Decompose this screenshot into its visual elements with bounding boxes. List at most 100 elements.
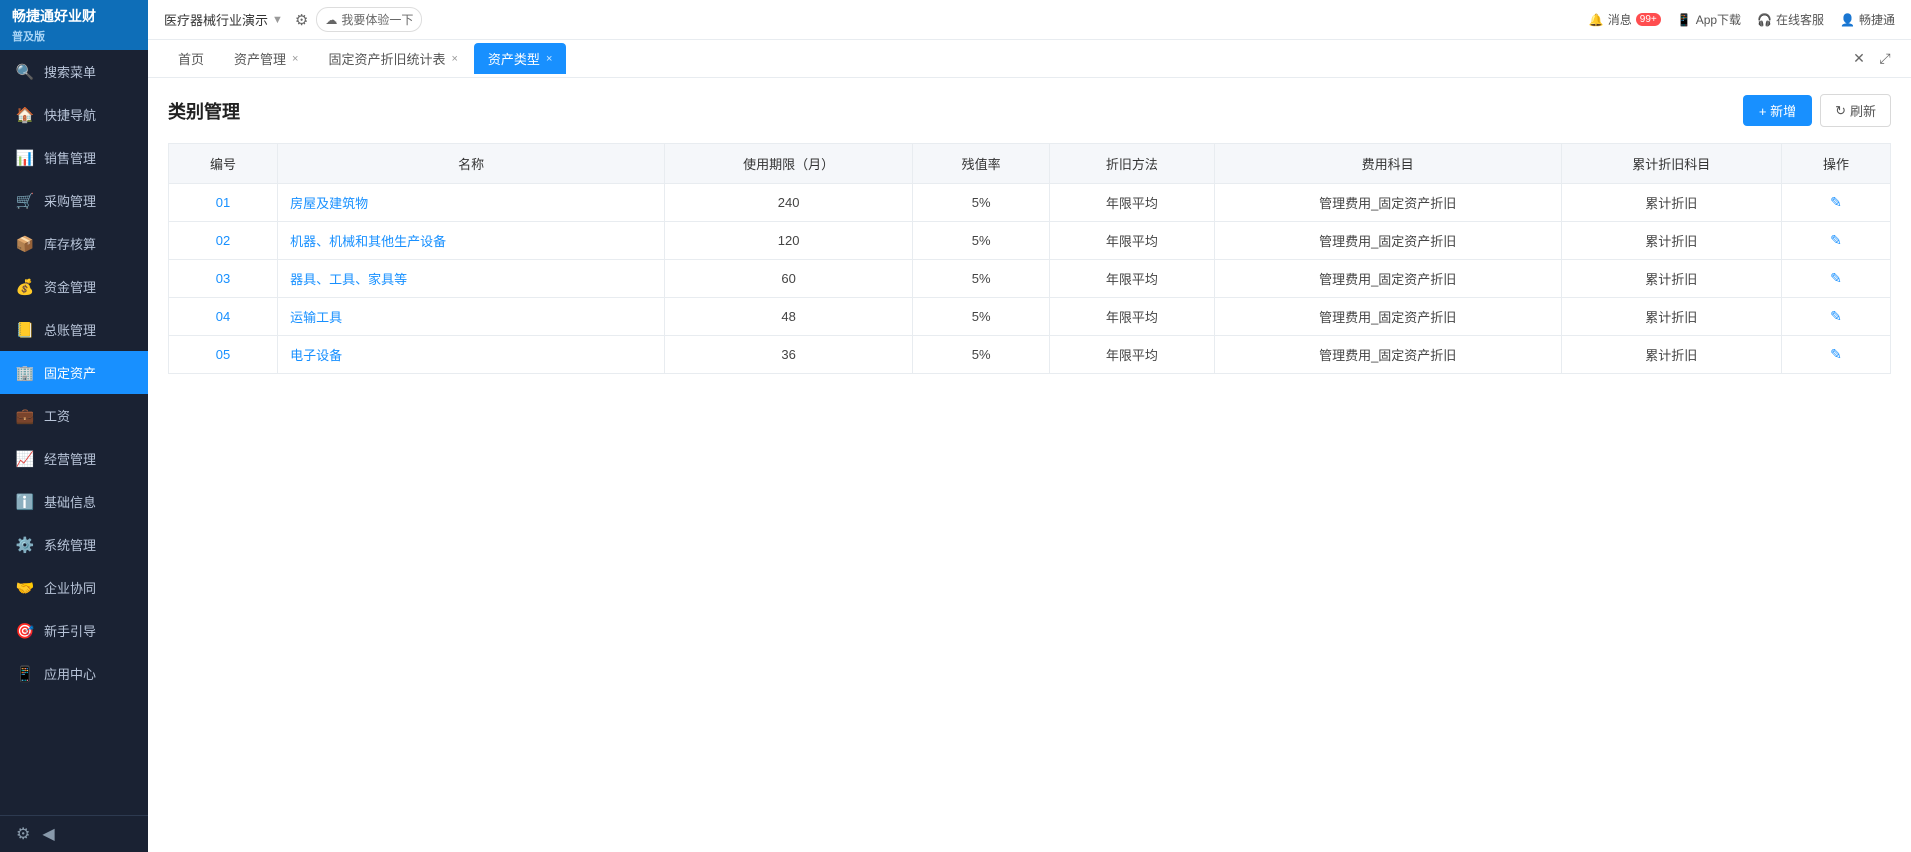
app-name: 畅捷通好业财 [12, 6, 96, 26]
sidebar-icon-finance: 💰 [16, 278, 34, 296]
edit-button[interactable]: ✎ [1830, 270, 1842, 286]
sidebar-item-fixed-assets[interactable]: 🏢 固定资产 [0, 351, 148, 394]
sidebar-item-enterprise-collab[interactable]: 🤝 企业协同 [0, 566, 148, 609]
page-header: 类别管理 + 新增 ↻ 刷新 [168, 94, 1891, 127]
sidebar-icon-app-center: 📱 [16, 665, 34, 683]
sidebar-item-app-center[interactable]: 📱 应用中心 [0, 652, 148, 695]
tab-asset-management-close[interactable]: × [292, 53, 298, 65]
bell-icon: 🔔 [1589, 13, 1604, 27]
user-item[interactable]: 👤 畅捷通 [1840, 11, 1895, 28]
sidebar-icon-operations: 📈 [16, 450, 34, 468]
new-button[interactable]: + 新增 [1743, 95, 1812, 126]
sidebar-item-sales[interactable]: 📊 销售管理 [0, 136, 148, 179]
col-header-months: 使用期限（月） [665, 144, 913, 184]
cell-action: ✎ [1781, 222, 1890, 260]
headset-icon: 🎧 [1757, 13, 1772, 27]
cell-residual: 5% [913, 260, 1050, 298]
sidebar-label-enterprise-collab: 企业协同 [44, 578, 96, 597]
sidebar-icon-search: 🔍 [16, 63, 34, 81]
cell-name: 电子设备 [278, 336, 665, 374]
expand-window-button[interactable]: ⤢ [1875, 49, 1895, 69]
main-area: 医疗器械行业演示 ▼ ⚙ ☁ 我要体验一下 🔔 消息 99+ 📱 App下载 🎧… [148, 0, 1911, 852]
try-button[interactable]: ☁ 我要体验一下 [316, 7, 422, 32]
sidebar-item-operations[interactable]: 📈 经营管理 [0, 437, 148, 480]
refresh-button[interactable]: ↻ 刷新 [1820, 94, 1891, 127]
sidebar-item-inventory[interactable]: 📦 库存核算 [0, 222, 148, 265]
col-header-id: 编号 [169, 144, 278, 184]
online-service-item[interactable]: 🎧 在线客服 [1757, 11, 1824, 28]
close-window-button[interactable]: ✕ [1849, 49, 1869, 69]
col-header-action: 操作 [1781, 144, 1890, 184]
col-header-name: 名称 [278, 144, 665, 184]
tab-home[interactable]: 首页 [164, 43, 218, 74]
tab-bar: 首页 资产管理 × 固定资产折旧统计表 × 资产类型 × ✕ ⤢ [148, 40, 1911, 78]
sidebar-item-ledger[interactable]: 📒 总账管理 [0, 308, 148, 351]
cell-fee: 管理费用_固定资产折旧 [1214, 222, 1561, 260]
edit-button[interactable]: ✎ [1830, 232, 1842, 248]
cell-action: ✎ [1781, 336, 1890, 374]
cell-id: 04 [169, 298, 278, 336]
tab-asset-type[interactable]: 资产类型 × [474, 43, 566, 74]
edit-button[interactable]: ✎ [1830, 346, 1842, 362]
sidebar-label-base-info: 基础信息 [44, 492, 96, 511]
sidebar-footer: ⚙ ◀ [0, 815, 148, 852]
cell-method: 年限平均 [1050, 184, 1215, 222]
sidebar-label-operations: 经营管理 [44, 449, 96, 468]
company-selector[interactable]: 医疗器械行业演示 ▼ [164, 10, 283, 29]
cell-months: 120 [665, 222, 913, 260]
header-settings-icon[interactable]: ⚙ [295, 11, 308, 29]
sidebar-icon-system: ⚙️ [16, 536, 34, 554]
table-row: 02 机器、机械和其他生产设备 120 5% 年限平均 管理费用_固定资产折旧 … [169, 222, 1891, 260]
sidebar-item-quick-nav[interactable]: 🏠 快捷导航 [0, 93, 148, 136]
sidebar-label-sales: 销售管理 [44, 148, 96, 167]
cell-name: 器具、工具、家具等 [278, 260, 665, 298]
sidebar-label-app-center: 应用中心 [44, 664, 96, 683]
sidebar-item-beginner-guide[interactable]: 🎯 新手引导 [0, 609, 148, 652]
sidebar-label-finance: 资金管理 [44, 277, 96, 296]
notifications-item[interactable]: 🔔 消息 99+ [1589, 11, 1661, 28]
app-download-item[interactable]: 📱 App下载 [1677, 11, 1741, 28]
sidebar-item-base-info[interactable]: ℹ️ 基础信息 [0, 480, 148, 523]
sidebar-icon-beginner-guide: 🎯 [16, 622, 34, 640]
edit-button[interactable]: ✎ [1830, 194, 1842, 210]
sidebar-item-payroll[interactable]: 💼 工资 [0, 394, 148, 437]
sidebar-item-finance[interactable]: 💰 资金管理 [0, 265, 148, 308]
sidebar-icon-sales: 📊 [16, 149, 34, 167]
cell-fee: 管理费用_固定资产折旧 [1214, 336, 1561, 374]
cell-method: 年限平均 [1050, 222, 1215, 260]
col-header-fee: 费用科目 [1214, 144, 1561, 184]
page-title: 类别管理 [168, 98, 240, 124]
notification-badge: 99+ [1636, 13, 1661, 26]
sidebar-item-search[interactable]: 🔍 搜索菜单 [0, 50, 148, 93]
sidebar-icon-fixed-assets: 🏢 [16, 364, 34, 382]
tab-asset-management-label: 资产管理 [234, 49, 286, 68]
sidebar-item-system[interactable]: ⚙️ 系统管理 [0, 523, 148, 566]
cell-id: 05 [169, 336, 278, 374]
cell-id: 03 [169, 260, 278, 298]
table-row: 03 器具、工具、家具等 60 5% 年限平均 管理费用_固定资产折旧 累计折旧… [169, 260, 1891, 298]
sidebar-item-purchase[interactable]: 🛒 采购管理 [0, 179, 148, 222]
cell-months: 36 [665, 336, 913, 374]
app-edition: 普及版 [12, 28, 96, 44]
sidebar-label-inventory: 库存核算 [44, 234, 96, 253]
cell-residual: 5% [913, 222, 1050, 260]
tab-asset-management[interactable]: 资产管理 × [220, 43, 312, 74]
cell-id: 02 [169, 222, 278, 260]
cell-name: 房屋及建筑物 [278, 184, 665, 222]
tab-depreciation-label: 固定资产折旧统计表 [328, 49, 445, 68]
sidebar-label-fixed-assets: 固定资产 [44, 363, 96, 382]
tab-asset-type-close[interactable]: × [546, 53, 552, 65]
sidebar-icon-ledger: 📒 [16, 321, 34, 339]
edit-button[interactable]: ✎ [1830, 308, 1842, 324]
cell-residual: 5% [913, 184, 1050, 222]
page-content: 类别管理 + 新增 ↻ 刷新 编号 名称 使用期限（月） 残值率 折旧方法 费用… [148, 78, 1911, 852]
tab-asset-type-label: 资产类型 [488, 49, 540, 68]
window-controls: ✕ ⤢ [1849, 49, 1895, 69]
sidebar-label-search: 搜索菜单 [44, 62, 96, 81]
tab-depreciation[interactable]: 固定资产折旧统计表 × [314, 43, 471, 74]
sidebar-label-beginner-guide: 新手引导 [44, 621, 96, 640]
tab-depreciation-close[interactable]: × [451, 53, 457, 65]
cell-accum: 累计折旧 [1561, 298, 1781, 336]
settings-footer-icon[interactable]: ⚙ [16, 824, 30, 844]
collapse-icon[interactable]: ◀ [42, 824, 54, 844]
